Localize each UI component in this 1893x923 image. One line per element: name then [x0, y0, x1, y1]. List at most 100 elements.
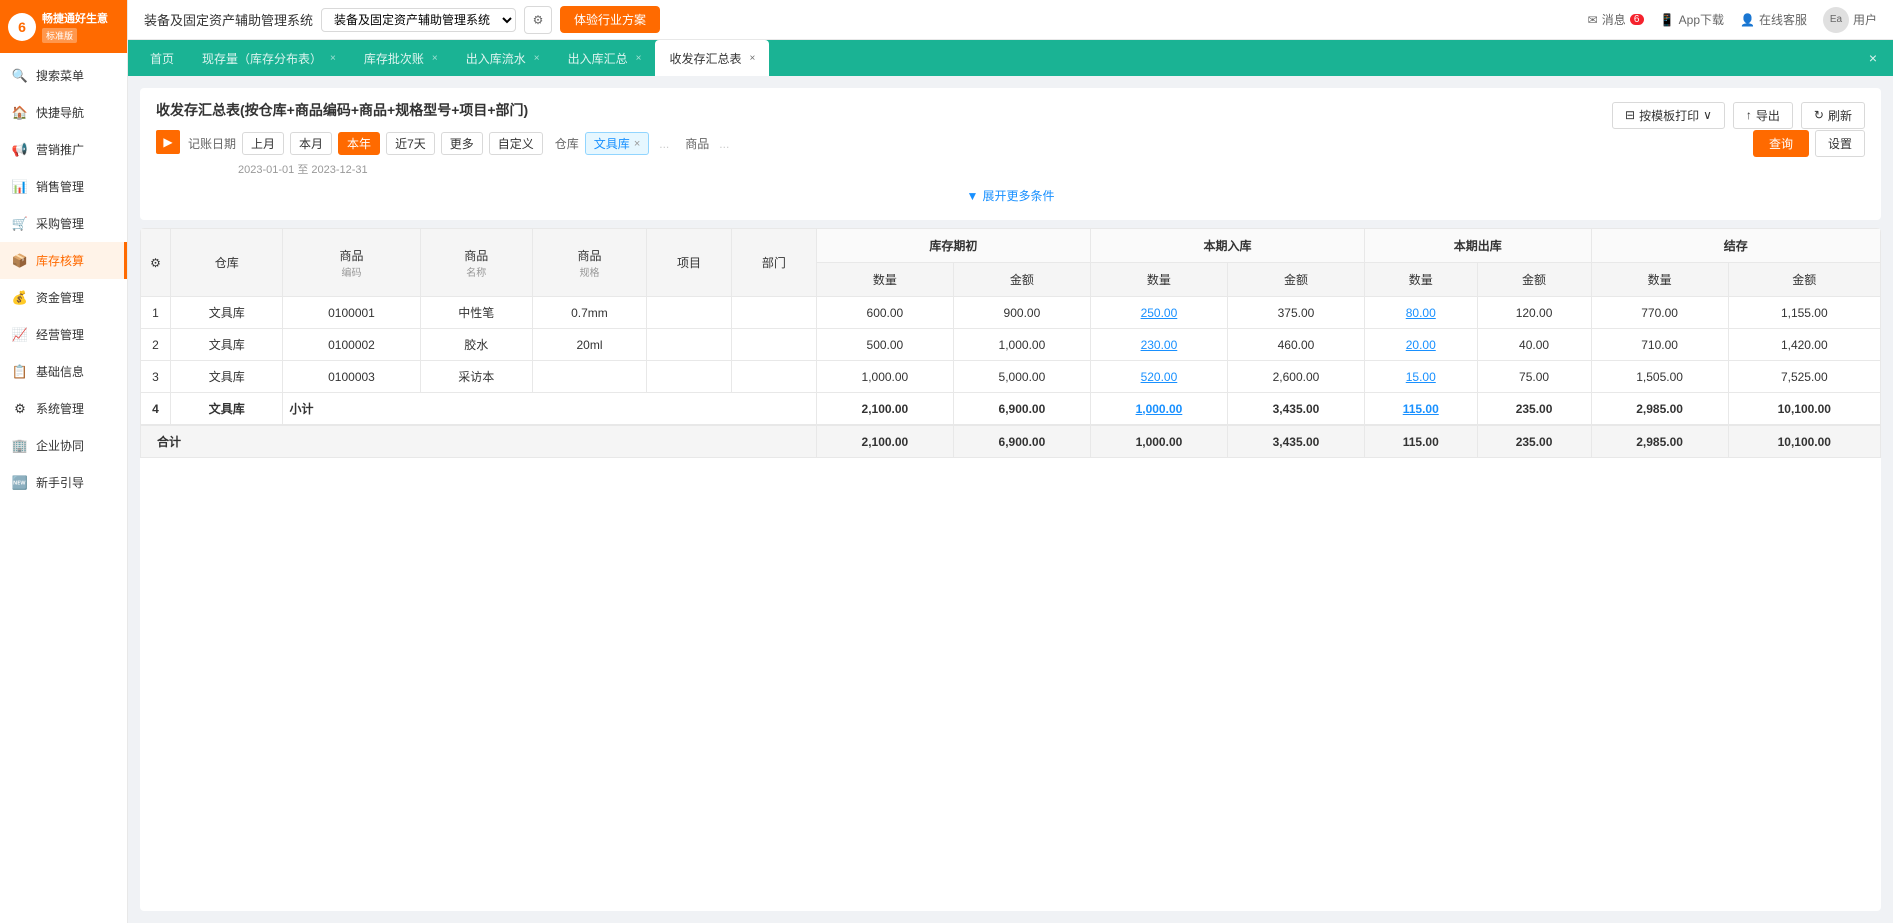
date-btn-this-year[interactable]: 本年: [338, 132, 380, 155]
cell-opening-qty: 500.00: [816, 329, 953, 361]
subtotal-opening-qty: 2,100.00: [816, 393, 953, 426]
cell-product-code: 0100002: [283, 329, 420, 361]
filter-settings-button[interactable]: 设置: [1815, 130, 1865, 157]
tab-batch-close[interactable]: ×: [432, 53, 438, 64]
tab-summary[interactable]: 出入库汇总 ×: [554, 40, 656, 76]
cell-out-qty: 80.00: [1364, 297, 1477, 329]
refresh-button[interactable]: ↻ 刷新: [1801, 102, 1865, 129]
cell-opening-amt: 900.00: [953, 297, 1090, 329]
sidebar-item-corp[interactable]: 🏢 企业协同: [0, 427, 127, 464]
total-opening-amt: 6,900.00: [953, 425, 1090, 458]
tab-batch[interactable]: 库存批次账 ×: [350, 40, 452, 76]
sidebar-item-quicknav[interactable]: 🏠 快捷导航: [0, 94, 127, 131]
home-icon: 🏠: [12, 105, 28, 121]
user-button[interactable]: Ea 用户: [1823, 7, 1877, 33]
sidebar-item-inventory[interactable]: 📦 库存核算: [0, 242, 127, 279]
cell-out-amt: 40.00: [1477, 329, 1591, 361]
th-department: 部门: [731, 229, 816, 297]
cell-project: [646, 361, 731, 393]
date-btn-custom[interactable]: 自定义: [489, 132, 543, 155]
expand-conditions-button[interactable]: ▼ 展开更多条件: [156, 183, 1865, 208]
sidebar-item-base-label: 基础信息: [36, 363, 84, 380]
message-button[interactable]: ✉ 消息 6: [1588, 11, 1644, 28]
date-label: 记账日期: [188, 135, 236, 152]
sidebar-item-purchase-label: 采购管理: [36, 215, 84, 232]
data-table-container: ⚙ 仓库 商品编码 商品名称 商品规格 项目 部门 库存期初 本期入库 本期出库…: [140, 228, 1881, 911]
tab-summary-close[interactable]: ×: [636, 53, 642, 64]
th-project: 项目: [646, 229, 731, 297]
inventory-icon: 📦: [12, 253, 28, 269]
online-service-button[interactable]: 👤 在线客服: [1740, 11, 1807, 28]
tab-flow-close[interactable]: ×: [534, 53, 540, 64]
page-action-buttons: ⊟ 按模板打印 ∨ ↑ 导出 ↻ 刷新: [1612, 102, 1865, 129]
date-btn-7days[interactable]: 近7天: [386, 132, 435, 155]
date-filter-group: 记账日期 上月 本月 本年 近7天 更多 自定义: [188, 132, 543, 155]
sidebar-item-sales-label: 销售管理: [36, 178, 84, 195]
tab-receive-summary[interactable]: 收发存汇总表 ×: [655, 40, 769, 76]
warehouse-tag-close[interactable]: ×: [634, 138, 640, 150]
gear-icon: ⚙: [533, 13, 544, 27]
date-btn-this-month[interactable]: 本月: [290, 132, 332, 155]
filter-line1: 记账日期 上月 本月 本年 近7天 更多 自定义 仓库 文具库: [188, 130, 1865, 157]
sidebar-item-purchase[interactable]: 🛒 采购管理: [0, 205, 127, 242]
table-row: 1 文具库 0100001 中性笔 0.7mm 600.00 900.00 25…: [141, 297, 1881, 329]
cell-in-amt: 375.00: [1227, 297, 1364, 329]
system-select[interactable]: 装备及固定资产辅助管理系统: [321, 8, 516, 32]
page-close-button[interactable]: ×: [1861, 50, 1885, 66]
date-btn-last-month[interactable]: 上月: [242, 132, 284, 155]
sidebar-nav: 🔍 搜索菜单 🏠 快捷导航 📢 营销推广 📊 销售管理 🛒 采购管理 📦 库存核…: [0, 53, 127, 923]
cell-product-code: 0100003: [283, 361, 420, 393]
tab-inventory-dist-close[interactable]: ×: [330, 53, 336, 64]
product-label: 商品: [685, 135, 709, 152]
th-closing-amt: 金额: [1728, 263, 1880, 297]
tab-home[interactable]: 首页: [136, 40, 188, 76]
sidebar-item-search-label: 搜索菜单: [36, 67, 84, 84]
warehouse-more-button[interactable]: ...: [655, 135, 673, 153]
marketing-icon: 📢: [12, 142, 28, 158]
sidebar-item-marketing[interactable]: 📢 营销推广: [0, 131, 127, 168]
sidebar-item-finance[interactable]: 💰 资金管理: [0, 279, 127, 316]
cell-department: [731, 329, 816, 361]
app-download-button[interactable]: 📱 App下载: [1660, 11, 1724, 28]
message-label: 消息: [1602, 11, 1626, 28]
business-icon: 📈: [12, 327, 28, 343]
experience-button[interactable]: 体验行业方案: [560, 6, 660, 33]
subtotal-label: 小计: [283, 393, 816, 426]
app-download-label: App下载: [1679, 11, 1724, 28]
date-btn-more[interactable]: 更多: [441, 132, 483, 155]
message-badge: 6: [1630, 14, 1644, 25]
cell-out-amt: 120.00: [1477, 297, 1591, 329]
total-out-amt: 235.00: [1477, 425, 1591, 458]
search-icon: 🔍: [12, 68, 28, 84]
query-button[interactable]: 查询: [1753, 130, 1809, 157]
table-row: 2 文具库 0100002 胶水 20ml 500.00 1,000.00 23…: [141, 329, 1881, 361]
sidebar-item-guide[interactable]: 🆕 新手引导: [0, 464, 127, 501]
cell-opening-amt: 1,000.00: [953, 329, 1090, 361]
logo-icon: 6: [8, 13, 36, 41]
tab-flow[interactable]: 出入库流水 ×: [452, 40, 554, 76]
th-in-amt: 金额: [1227, 263, 1364, 297]
avatar: Ea: [1823, 7, 1849, 33]
cell-closing-qty: 710.00: [1591, 329, 1728, 361]
filter-panel: 收发存汇总表(按仓库+商品编码+商品+规格型号+项目+部门) ⊟ 按模板打印 ∨…: [140, 88, 1881, 220]
tab-receive-summary-close[interactable]: ×: [749, 53, 755, 64]
page-title: 收发存汇总表(按仓库+商品编码+商品+规格型号+项目+部门): [156, 100, 528, 120]
query-actions: 查询 设置: [1753, 130, 1865, 157]
print-button[interactable]: ⊟ 按模板打印 ∨: [1612, 102, 1725, 129]
cell-in-qty: 520.00: [1090, 361, 1227, 393]
sidebar-item-search[interactable]: 🔍 搜索菜单: [0, 57, 127, 94]
sidebar-item-system[interactable]: ⚙ 系统管理: [0, 390, 127, 427]
th-opening-qty: 数量: [816, 263, 953, 297]
tab-inventory-dist[interactable]: 现存量（库存分布表） ×: [188, 40, 350, 76]
sidebar-item-base[interactable]: 📋 基础信息: [0, 353, 127, 390]
export-button[interactable]: ↑ 导出: [1733, 102, 1793, 129]
subtotal-in-qty: 1,000.00: [1090, 393, 1227, 426]
th-out-group: 本期出库: [1364, 229, 1591, 263]
product-more-button[interactable]: ...: [715, 135, 733, 153]
sidebar-item-business[interactable]: 📈 经营管理: [0, 316, 127, 353]
sidebar-item-sales[interactable]: 📊 销售管理: [0, 168, 127, 205]
settings-gear-button[interactable]: ⚙: [524, 6, 552, 34]
filter-expand-button[interactable]: ▶: [156, 130, 180, 154]
cell-closing-amt: 1,155.00: [1728, 297, 1880, 329]
column-gear-icon[interactable]: ⚙: [150, 256, 161, 270]
